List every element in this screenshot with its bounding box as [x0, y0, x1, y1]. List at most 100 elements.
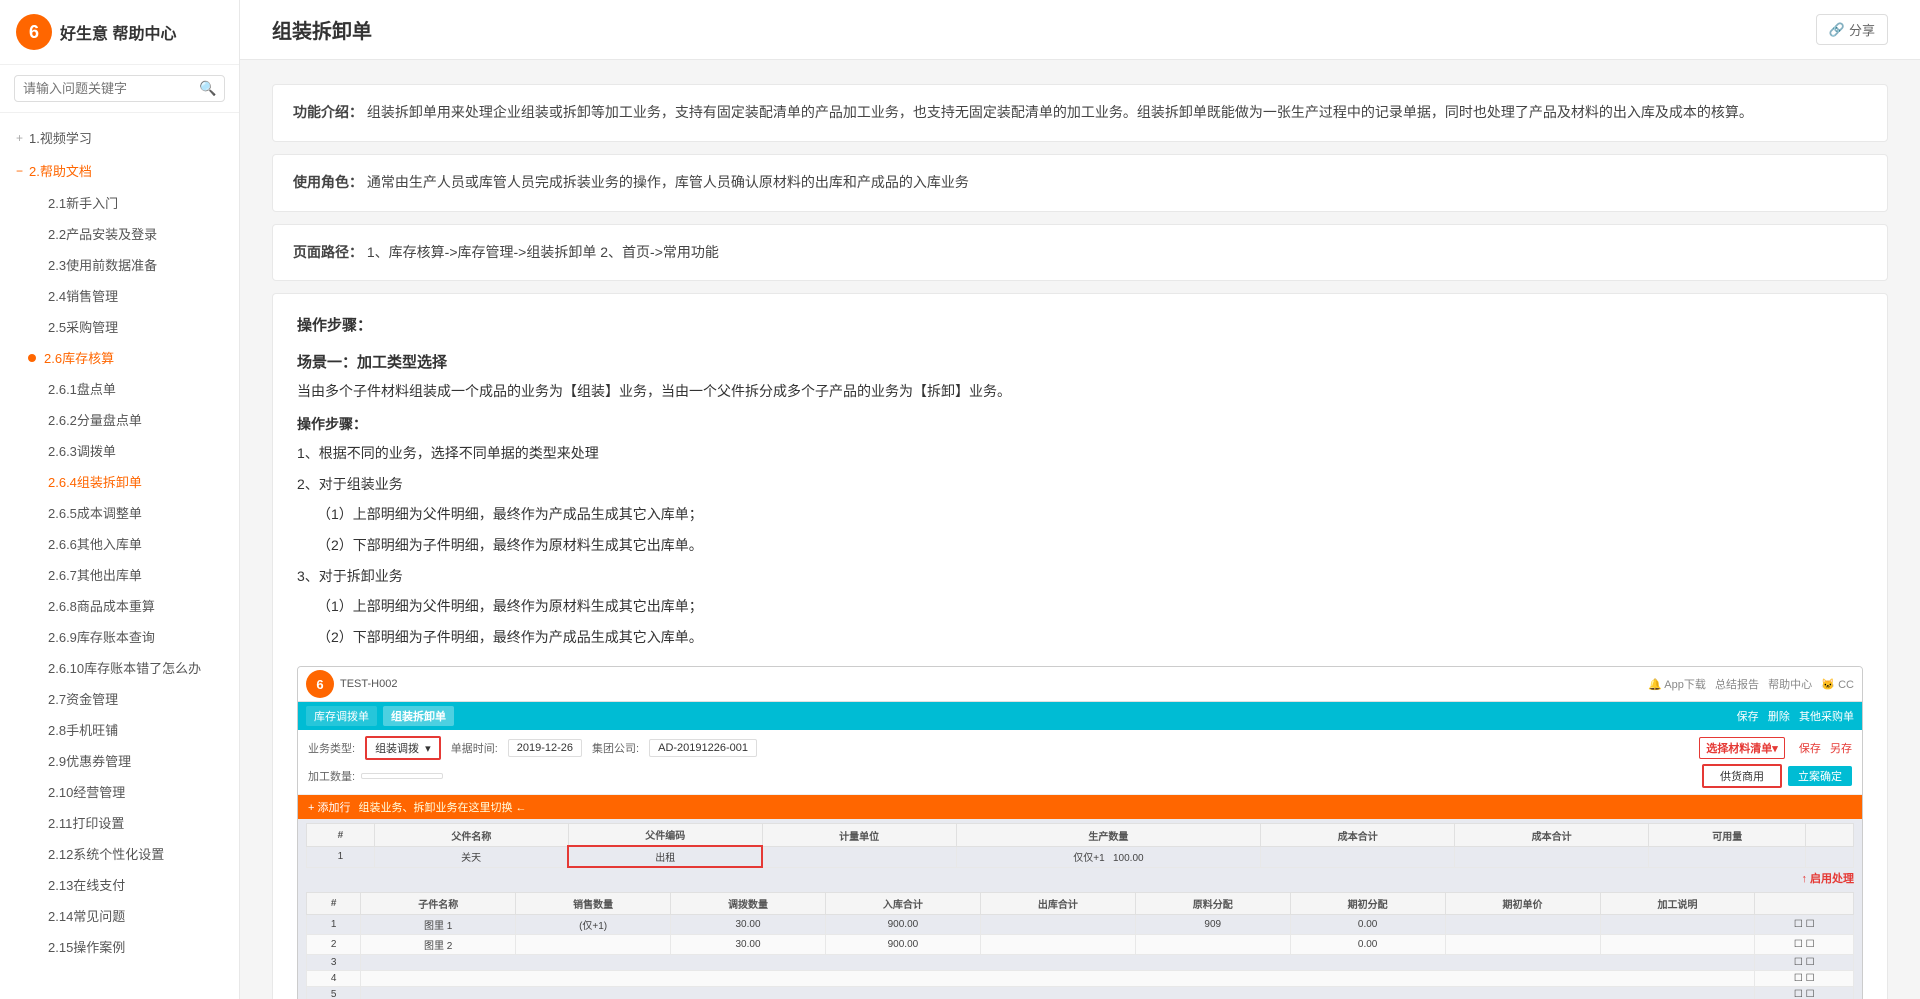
role-block: 使用角色： 通常由生产人员或库管人员完成拆装业务的操作，库管人员确认原材料的出库… [272, 154, 1888, 212]
sidebar-item-cost-adjust[interactable]: 2.6.5成本调整单 [0, 497, 239, 528]
mock-field-date: 2019-12-26 [508, 739, 582, 757]
ltr-2: 2 图里 2 30.00 900.00 0.00 [307, 935, 1854, 955]
nav-subgroup-inventory: 2.6库存核算 2.6.1盘点单 2.6.2分量盘点单 2.6.3调拨单 2.6… [0, 342, 239, 683]
ltd-1-qty: 30.00 [671, 915, 826, 935]
ltr-5: 5☐ ☐ [307, 987, 1854, 999]
ltd-2-qty: 30.00 [671, 935, 826, 955]
sidebar-item-purchase[interactable]: 2.5采购管理 [0, 311, 239, 342]
sidebar-item-ledger-fix[interactable]: 2.6.10库存账本错了怎么办 [0, 652, 239, 683]
mock-upper-table: # 父件名称 父件编码 计量单位 生产数量 成本合计 成本合计 可用量 [306, 823, 1854, 868]
sidebar-item-finance[interactable]: 2.7资金管理 [0, 683, 239, 714]
td-1-qty: 仅仅+1 100.00 [956, 846, 1261, 867]
sidebar-item-assembly[interactable]: 2.6.4组装拆卸单 [0, 466, 239, 497]
search-box: 🔍 [14, 75, 225, 102]
table-row: 1 关天 出租 仅仅+1 100.00 [307, 846, 1854, 867]
intro-block: 功能介绍： 组装拆卸单用来处理企业组装或拆卸等加工业务，支持有固定装配清单的产品… [272, 84, 1888, 142]
lth-action [1755, 893, 1854, 915]
share-button[interactable]: 🔗 分享 [1816, 14, 1888, 45]
sidebar-item-transfer[interactable]: 2.6.3调拨单 [0, 435, 239, 466]
mock-upper-table-area: # 父件名称 父件编码 计量单位 生产数量 成本合计 成本合计 可用量 [298, 819, 1862, 890]
sidebar-item-other-out[interactable]: 2.6.7其他出库单 [0, 559, 239, 590]
td-1-action [1806, 846, 1854, 867]
lth-init: 期初分配 [1290, 893, 1445, 915]
sidebar-item-faq[interactable]: 2.14常见问题 [0, 900, 239, 931]
sidebar-item-payment[interactable]: 2.13在线支付 [0, 869, 239, 900]
mock-field-date-label: 单据时间: [451, 740, 498, 756]
scenario1-desc: 当由多个子件材料组装成一个成品的业务为【组装】业务，当由一个父件拆分成多个子产品… [297, 380, 1863, 404]
ltd-2-name: 图里 2 [361, 935, 516, 955]
scenario1-title: 场景一：加工类型选择 [297, 351, 1863, 372]
sidebar-item-sales[interactable]: 2.4销售管理 [0, 280, 239, 311]
sidebar-label-1: 1.视频学习 [29, 128, 92, 147]
lth-num: # [307, 893, 361, 915]
sidebar-item-mobile[interactable]: 2.8手机旺铺 [0, 714, 239, 745]
search-icon[interactable]: 🔍 [199, 80, 216, 97]
role-text: 通常由生产人员或库管人员完成拆装业务的操作，库管人员确认原材料的出库和产成品的入… [367, 174, 969, 190]
td-1-unit [762, 846, 956, 867]
mock-topnav: 6 TEST-H002 🔔 App下载 总结报告 帮助中心 🐱 CC [298, 667, 1862, 702]
logo-area: 6 好生意 帮助中心 [0, 0, 239, 65]
step-2: 2、对于组装业务 [297, 471, 1863, 498]
th-parent-code: 父件编码 [568, 824, 762, 847]
nav-tree: + 1.视频学习 − 2.帮助文档 2.1新手入门 2.2产品安装及登录 2.3… [0, 113, 239, 999]
sidebar-item-other-in[interactable]: 2.6.6其他入库单 [0, 528, 239, 559]
th-num: # [307, 824, 375, 847]
sidebar-item-ops[interactable]: 2.10经营管理 [0, 776, 239, 807]
scenario1-steps-title: 操作步骤： [297, 414, 1863, 434]
ltd-1-in: 900.00 [825, 915, 980, 935]
sidebar-item-data-prep[interactable]: 2.3使用前数据准备 [0, 249, 239, 280]
ltd-4-num: 4 [307, 971, 361, 987]
annotation-arrow-1: 保存 另存 [1799, 740, 1852, 756]
nav-group-2-children: 2.1新手入门 2.2产品安装及登录 2.3使用前数据准备 2.4销售管理 2.… [0, 187, 239, 962]
intro-text: 组装拆卸单用来处理企业组装或拆卸等加工业务，支持有固定装配清单的产品加工业务，也… [367, 104, 1753, 120]
sidebar-item-stocktake2[interactable]: 2.6.2分量盘点单 [0, 404, 239, 435]
search-input[interactable] [23, 81, 199, 96]
sidebar-item-coupon[interactable]: 2.9优惠券管理 [0, 745, 239, 776]
mock-form-row: 业务类型: 组装调拨 ▾ 单据时间: 2019-12-26 集团公司: AD-2… [308, 736, 1852, 760]
ltd-4-empty [361, 971, 1755, 987]
main-content: 功能介绍： 组装拆卸单用来处理企业组装或拆卸等加工业务，支持有固定装配清单的产品… [240, 60, 1920, 999]
ltd-4-op: ☐ ☐ [1755, 971, 1854, 987]
sidebar-item-cases[interactable]: 2.15操作案例 [0, 931, 239, 962]
sidebar-item-cost-recalc[interactable]: 2.6.8商品成本重算 [0, 590, 239, 621]
search-area: 🔍 [0, 65, 239, 113]
ops-title: 操作步骤： [297, 314, 1863, 335]
mock-lower-table: # 子件名称 销售数量 调拨数量 入库合计 出库合计 原料分配 期初分配 期初单… [306, 892, 1854, 999]
mock-field-type: 组装调拨 ▾ [365, 736, 441, 760]
ltd-2-price [1445, 935, 1600, 955]
sidebar-item-install[interactable]: 2.2产品安装及登录 [0, 218, 239, 249]
sidebar-item-print[interactable]: 2.11打印设置 [0, 807, 239, 838]
screenshot-container: 6 TEST-H002 🔔 App下载 总结报告 帮助中心 🐱 CC 库存调拨单… [297, 666, 1863, 999]
page-title: 组装拆卸单 [272, 15, 372, 44]
logo-icon: 6 [16, 14, 52, 50]
nav-group-1: + 1.视频学习 [0, 121, 239, 154]
role-label: 使用角色： [293, 174, 363, 190]
ltd-1-init: 0.00 [1290, 915, 1445, 935]
annotation-3: ↑ 启用处理 [306, 870, 1854, 886]
ltd-2-note [1600, 935, 1755, 955]
sidebar-label-2: 2.帮助文档 [29, 161, 92, 180]
td-1-avail [1649, 846, 1806, 867]
sidebar-item-custom[interactable]: 2.12系统个性化设置 [0, 838, 239, 869]
mock-teal-bar: 库存调拨单 组装拆卸单 保存 删除 其他采购单 [298, 702, 1862, 730]
minus-icon-2: − [16, 164, 23, 178]
sidebar-item-docs[interactable]: − 2.帮助文档 [0, 154, 239, 187]
sidebar-item-video[interactable]: + 1.视频学习 [0, 121, 239, 154]
nav-subgroup-inventory-children: 2.6.1盘点单 2.6.2分量盘点单 2.6.3调拨单 2.6.4组装拆卸单 … [0, 373, 239, 683]
ltr-1: 1 图里 1 (仅+1) 30.00 900.00 909 0.00 [307, 915, 1854, 935]
th-parent-name: 父件名称 [374, 824, 568, 847]
share-label: 分享 [1849, 20, 1875, 39]
td-1-name: 关天 [374, 846, 568, 867]
mock-section-add: + 添加行 [308, 799, 350, 815]
step-1: 1、根据不同的业务，选择不同单据的类型来处理 [297, 440, 1863, 467]
ltd-2-in: 900.00 [825, 935, 980, 955]
sidebar-item-ledger[interactable]: 2.6.9库存账本查询 [0, 621, 239, 652]
ltd-1-price [1445, 915, 1600, 935]
sidebar-item-stocktake[interactable]: 2.6.1盘点单 [0, 373, 239, 404]
ltd-1-num: 1 [307, 915, 361, 935]
sidebar: 6 好生意 帮助中心 🔍 + 1.视频学习 − 2.帮助文档 2.1新手入门 2… [0, 0, 240, 999]
ltd-1-note [1600, 915, 1755, 935]
sidebar-item-inventory[interactable]: 2.6库存核算 [0, 342, 239, 373]
ltr-3: 3☐ ☐ [307, 955, 1854, 971]
sidebar-item-newbie[interactable]: 2.1新手入门 [0, 187, 239, 218]
